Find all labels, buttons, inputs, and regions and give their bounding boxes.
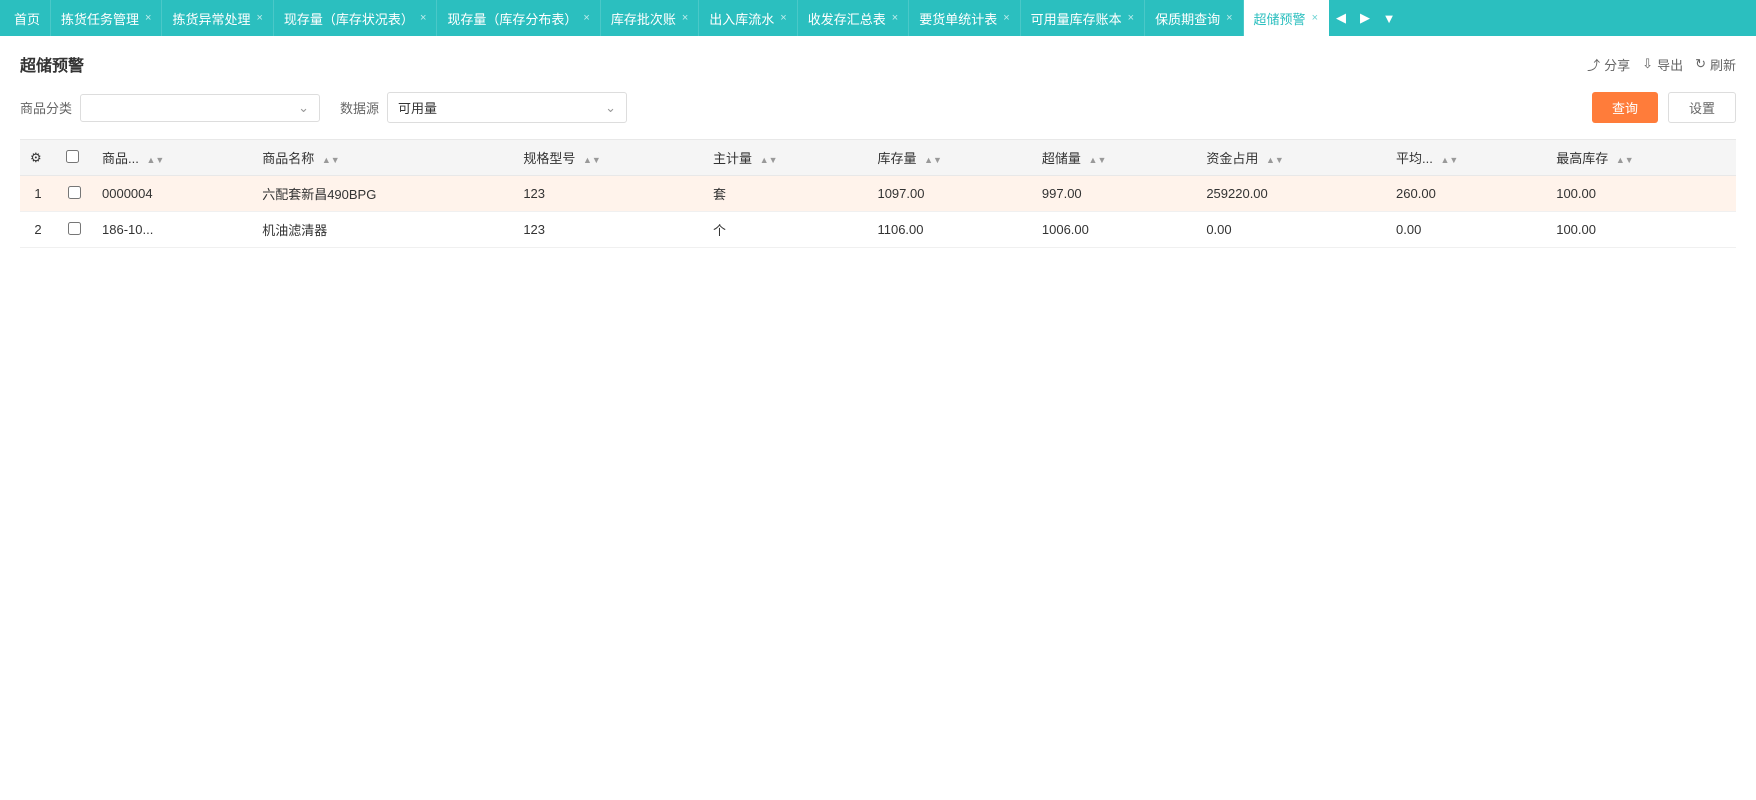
row-unit: 套: [703, 176, 867, 212]
row-spec: 123: [513, 176, 703, 212]
nav-pick-task[interactable]: 拣货任务管理 ×: [51, 0, 162, 36]
nav-inventory-status[interactable]: 现存量（库存状况表） ×: [274, 0, 437, 36]
table-row: 2 186-10... 机油滤清器 123 个 1106.00 1006.00 …: [20, 212, 1736, 248]
row-name: 机油滤清器: [252, 212, 513, 248]
th-unit[interactable]: 主计量 ▲▼: [703, 140, 867, 176]
th-maxstock[interactable]: 最高库存 ▲▼: [1546, 140, 1736, 176]
close-icon[interactable]: ×: [583, 12, 589, 24]
sort-icon: ▲▼: [760, 155, 778, 165]
category-filter: 商品分类 ⌄: [20, 94, 320, 122]
table-header-row: ⚙ 商品... ▲▼ 商品名称 ▲▼ 规格型号 ▲▼ 主计量: [20, 140, 1736, 176]
close-icon[interactable]: ×: [682, 12, 688, 24]
close-icon[interactable]: ×: [780, 12, 786, 24]
export-icon: ⇩: [1642, 56, 1653, 72]
sort-icon: ▲▼: [1266, 155, 1284, 165]
sort-icon: ▲▼: [146, 155, 164, 165]
row-avg: 0.00: [1386, 212, 1546, 248]
row-checkbox[interactable]: [68, 222, 81, 235]
row-spec: 123: [513, 212, 703, 248]
data-table: ⚙ 商品... ▲▼ 商品名称 ▲▼ 规格型号 ▲▼ 主计量: [20, 139, 1736, 248]
share-icon: ⤴: [1587, 55, 1600, 74]
nav-overstock-warning[interactable]: 超储预警 ×: [1244, 0, 1329, 36]
row-maxstock: 100.00: [1546, 176, 1736, 212]
row-maxstock: 100.00: [1546, 212, 1736, 248]
nav-pick-exception[interactable]: 拣货异常处理 ×: [162, 0, 273, 36]
filter-bar: 商品分类 ⌄ 数据源 可用量 ⌄ 查询 设置: [20, 92, 1736, 123]
row-checkbox-cell[interactable]: [56, 176, 92, 212]
close-icon[interactable]: ×: [1128, 12, 1134, 24]
export-button[interactable]: ⇩ 导出: [1642, 55, 1683, 74]
row-checkbox[interactable]: [68, 186, 81, 199]
share-button[interactable]: ⤴ 分享: [1587, 55, 1630, 74]
select-all-checkbox[interactable]: [66, 150, 79, 163]
th-avg[interactable]: 平均... ▲▼: [1386, 140, 1546, 176]
sort-icon: ▲▼: [924, 155, 942, 165]
nav-expiry-query[interactable]: 保质期查询 ×: [1145, 0, 1243, 36]
nav-order-stats[interactable]: 要货单统计表 ×: [909, 0, 1020, 36]
close-icon[interactable]: ×: [1312, 12, 1318, 24]
settings-button[interactable]: 设置: [1668, 92, 1736, 123]
nav-next-arrow[interactable]: ▶: [1353, 0, 1377, 36]
row-avg: 260.00: [1386, 176, 1546, 212]
row-overstock: 997.00: [1032, 176, 1196, 212]
nav-inout-flow[interactable]: 出入库流水 ×: [699, 0, 797, 36]
th-checkbox[interactable]: [56, 140, 92, 176]
close-icon[interactable]: ×: [1226, 12, 1232, 24]
row-checkbox-cell[interactable]: [56, 212, 92, 248]
close-icon[interactable]: ×: [145, 12, 151, 24]
datasource-select[interactable]: 可用量 ⌄: [387, 92, 627, 123]
page-title: 超储预警: [20, 52, 84, 76]
sort-icon: ▲▼: [322, 155, 340, 165]
row-stock: 1106.00: [867, 212, 1031, 248]
filter-actions: 查询 设置: [1592, 92, 1736, 123]
nav-prev-arrow[interactable]: ◀: [1329, 0, 1353, 36]
close-icon[interactable]: ×: [892, 12, 898, 24]
th-spec[interactable]: 规格型号 ▲▼: [513, 140, 703, 176]
datasource-value: 可用量: [398, 98, 437, 117]
row-num: 1: [20, 176, 56, 212]
row-code: 0000004: [92, 176, 252, 212]
query-button[interactable]: 查询: [1592, 92, 1658, 123]
category-label: 商品分类: [20, 98, 72, 117]
th-stock[interactable]: 库存量 ▲▼: [867, 140, 1031, 176]
datasource-filter: 数据源 可用量 ⌄: [340, 92, 627, 123]
row-capital: 259220.00: [1196, 176, 1386, 212]
header-actions: ⤴ 分享 ⇩ 导出 ↻ 刷新: [1587, 55, 1736, 74]
close-icon[interactable]: ×: [420, 12, 426, 24]
page-header: 超储预警 ⤴ 分享 ⇩ 导出 ↻ 刷新: [20, 52, 1736, 76]
sort-icon: ▲▼: [583, 155, 601, 165]
row-overstock: 1006.00: [1032, 212, 1196, 248]
nav-available-inventory[interactable]: 可用量库存账本 ×: [1021, 0, 1145, 36]
row-code: 186-10...: [92, 212, 252, 248]
refresh-button[interactable]: ↻ 刷新: [1695, 55, 1736, 74]
th-overstock[interactable]: 超储量 ▲▼: [1032, 140, 1196, 176]
th-code[interactable]: 商品... ▲▼: [92, 140, 252, 176]
chevron-down-icon: ⌄: [298, 100, 309, 116]
refresh-icon: ↻: [1695, 56, 1706, 72]
nav-more-arrow[interactable]: ▼: [1377, 0, 1401, 36]
nav-inventory-dist[interactable]: 现存量（库存分布表） ×: [437, 0, 600, 36]
th-capital[interactable]: 资金占用 ▲▼: [1196, 140, 1386, 176]
th-name[interactable]: 商品名称 ▲▼: [252, 140, 513, 176]
row-capital: 0.00: [1196, 212, 1386, 248]
row-name: 六配套新昌490BPG: [252, 176, 513, 212]
table-row: 1 0000004 六配套新昌490BPG 123 套 1097.00 997.…: [20, 176, 1736, 212]
nav-receipt-summary[interactable]: 收发存汇总表 ×: [798, 0, 909, 36]
sort-icon: ▲▼: [1616, 155, 1634, 165]
row-unit: 个: [703, 212, 867, 248]
row-num: 2: [20, 212, 56, 248]
sort-icon: ▲▼: [1089, 155, 1107, 165]
nav-home[interactable]: 首页: [4, 0, 51, 36]
main-content: 超储预警 ⤴ 分享 ⇩ 导出 ↻ 刷新 商品分类 ⌄ 数据源: [0, 36, 1756, 800]
category-select[interactable]: ⌄: [80, 94, 320, 122]
nav-batch-account[interactable]: 库存批次账 ×: [601, 0, 699, 36]
chevron-down-icon: ⌄: [605, 100, 616, 116]
close-icon[interactable]: ×: [1003, 12, 1009, 24]
sort-icon: ▲▼: [1441, 155, 1459, 165]
top-navigation: 首页 拣货任务管理 × 拣货异常处理 × 现存量（库存状况表） × 现存量（库存…: [0, 0, 1756, 36]
row-stock: 1097.00: [867, 176, 1031, 212]
datasource-label: 数据源: [340, 98, 379, 117]
close-icon[interactable]: ×: [256, 12, 262, 24]
th-settings[interactable]: ⚙: [20, 140, 56, 176]
